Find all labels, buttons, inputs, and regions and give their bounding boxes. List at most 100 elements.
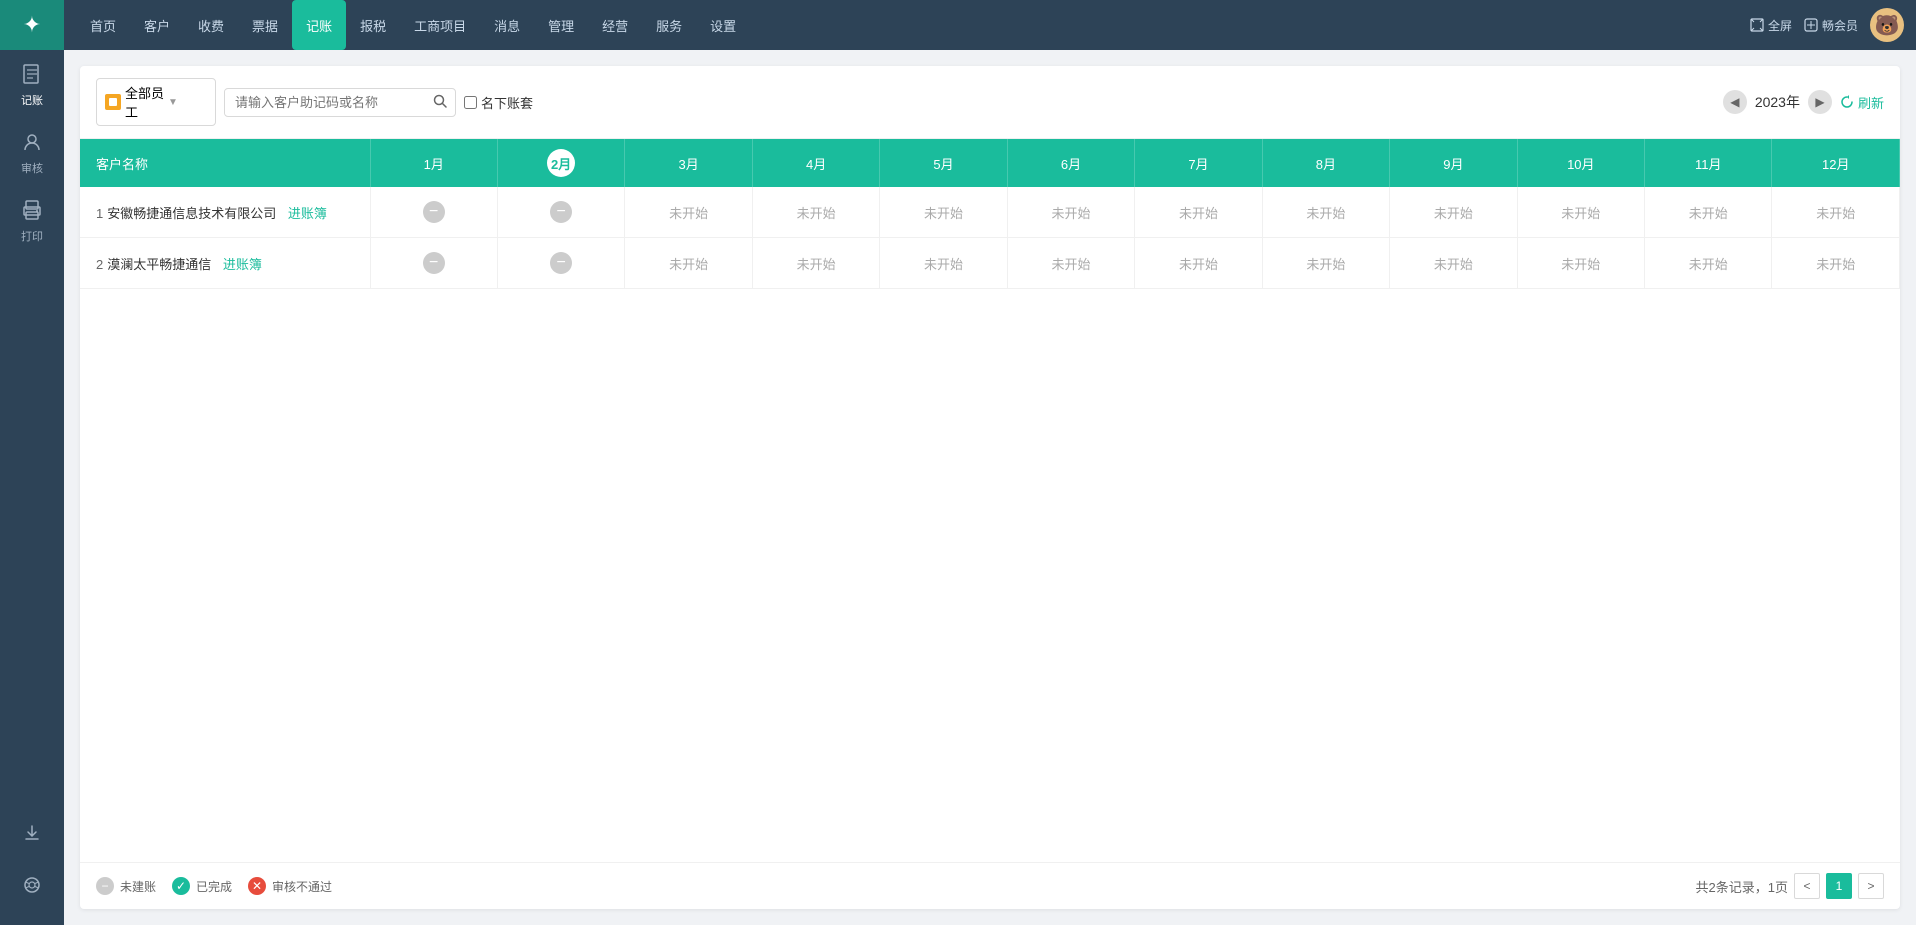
sidebar-item-print-label: 打印 <box>21 228 43 244</box>
col-dec: 12月 <box>1772 139 1900 187</box>
sidebar-item-accounting[interactable]: 记账 <box>0 50 64 118</box>
cell-apr-1: 未开始 <box>752 238 879 289</box>
status-not-started: 未开始 <box>924 257 963 272</box>
my-accounts-checkbox-label[interactable]: 名下账套 <box>464 93 533 112</box>
content-area: 全部员工 ▼ 名下账套 ◀ <box>64 50 1916 925</box>
legend-rejected: ✕ 审核不通过 <box>248 877 332 895</box>
nav-client[interactable]: 客户 <box>130 0 184 50</box>
next-page-button[interactable]: > <box>1858 873 1884 899</box>
legend-dot-not-built: − <box>96 877 114 895</box>
status-not-started: 未开始 <box>1434 206 1473 221</box>
search-button[interactable] <box>425 89 455 116</box>
pagination: 共2条记录，1页 < 1 > <box>1696 873 1884 899</box>
status-not-started: 未开始 <box>1816 206 1855 221</box>
table-row: 2漠澜太平畅捷通信 进账簿−−未开始未开始未开始未开始未开始未开始未开始未开始未… <box>80 238 1900 289</box>
row-num: 2 <box>96 257 103 272</box>
table-row: 1安徽畅捷通信息技术有限公司 进账簿−−未开始未开始未开始未开始未开始未开始未开… <box>80 187 1900 238</box>
employee-label: 全部员工 <box>125 83 164 121</box>
footer: − 未建账 ✓ 已完成 ✕ 审核不通过 共2条记录，1页 < 1 > <box>80 862 1900 909</box>
current-page-button[interactable]: 1 <box>1826 873 1852 899</box>
status-dash: − <box>550 252 572 274</box>
enter-ledger-link[interactable]: 进账簿 <box>223 257 262 272</box>
nav-invoice[interactable]: 票据 <box>238 0 292 50</box>
status-not-started: 未开始 <box>1689 257 1728 272</box>
cell-sep-1: 未开始 <box>1390 238 1517 289</box>
cell-aug-1: 未开始 <box>1262 238 1389 289</box>
sidebar-item-accounting-label: 记账 <box>21 92 43 108</box>
sidebar-item-support[interactable] <box>0 861 64 909</box>
status-not-started: 未开始 <box>669 257 708 272</box>
status-not-started: 未开始 <box>797 257 836 272</box>
sidebar-item-audit[interactable]: 审核 <box>0 118 64 186</box>
status-not-started: 未开始 <box>1179 206 1218 221</box>
accounting-icon <box>16 60 48 88</box>
nav-right: 全屏 畅会员 🐻 <box>1750 8 1904 42</box>
year-label: 2023年 <box>1755 92 1800 112</box>
prev-year-button[interactable]: ◀ <box>1723 90 1747 114</box>
cell-jan-0: − <box>370 187 497 238</box>
col-apr: 4月 <box>752 139 879 187</box>
col-nov: 11月 <box>1645 139 1772 187</box>
nav-billing[interactable]: 收费 <box>184 0 238 50</box>
status-not-started: 未开始 <box>1051 206 1090 221</box>
cell-feb-1: − <box>497 238 624 289</box>
main-card: 全部员工 ▼ 名下账套 ◀ <box>80 66 1900 909</box>
status-not-started: 未开始 <box>924 206 963 221</box>
search-input[interactable] <box>225 90 425 115</box>
legend-label-not-built: 未建账 <box>120 878 156 895</box>
cell-sep-0: 未开始 <box>1390 187 1517 238</box>
nav-operation[interactable]: 经营 <box>588 0 642 50</box>
nav-service[interactable]: 服务 <box>642 0 696 50</box>
sidebar-bottom <box>0 809 64 925</box>
sidebar-item-print[interactable]: 打印 <box>0 186 64 254</box>
top-nav: 首页 客户 收费 票据 记账 报税 工商项目 消息 管理 经营 服务 设置 全屏 <box>64 0 1916 50</box>
audit-icon <box>16 128 48 156</box>
status-not-started: 未开始 <box>1816 257 1855 272</box>
current-month-badge: 2月 <box>547 149 575 177</box>
nav-bookkeeping[interactable]: 记账 <box>292 0 346 50</box>
cell-dec-1: 未开始 <box>1772 238 1900 289</box>
nav-tax[interactable]: 报税 <box>346 0 400 50</box>
sidebar-logo: ✦ <box>0 0 64 50</box>
client-cell-1: 2漠澜太平畅捷通信 进账簿 <box>80 238 370 289</box>
status-not-started: 未开始 <box>1434 257 1473 272</box>
sidebar-item-audit-label: 审核 <box>21 160 43 176</box>
fullscreen-button[interactable]: 全屏 <box>1750 17 1792 34</box>
member-label: 畅会员 <box>1822 17 1858 34</box>
col-feb: 2月 <box>497 139 624 187</box>
next-year-button[interactable]: ▶ <box>1808 90 1832 114</box>
my-accounts-checkbox[interactable] <box>464 96 477 109</box>
bookkeeping-table: 客户名称 1月 2月 3月 4月 5月 6月 7月 8月 9月 <box>80 139 1900 289</box>
nav-message[interactable]: 消息 <box>480 0 534 50</box>
cell-mar-0: 未开始 <box>625 187 752 238</box>
cell-jul-0: 未开始 <box>1135 187 1262 238</box>
row-num: 1 <box>96 206 103 221</box>
status-not-started: 未开始 <box>1561 257 1600 272</box>
status-dash: − <box>423 201 445 223</box>
status-not-started: 未开始 <box>1306 206 1345 221</box>
legend-label-completed: 已完成 <box>196 878 232 895</box>
cell-apr-0: 未开始 <box>752 187 879 238</box>
employee-select-arrow: ▼ <box>168 97 207 108</box>
member-button[interactable]: 畅会员 <box>1804 17 1858 34</box>
avatar[interactable]: 🐻 <box>1870 8 1904 42</box>
col-aug: 8月 <box>1262 139 1389 187</box>
col-oct: 10月 <box>1517 139 1644 187</box>
total-records-label: 共2条记录，1页 <box>1696 877 1788 896</box>
status-not-started: 未开始 <box>1179 257 1218 272</box>
employee-select[interactable]: 全部员工 ▼ <box>96 78 216 126</box>
legend-not-built: − 未建账 <box>96 877 156 895</box>
cell-nov-1: 未开始 <box>1645 238 1772 289</box>
nav-home[interactable]: 首页 <box>76 0 130 50</box>
refresh-button[interactable]: 刷新 <box>1840 93 1884 112</box>
nav-manage[interactable]: 管理 <box>534 0 588 50</box>
year-nav: ◀ 2023年 ▶ <box>1723 90 1832 114</box>
legend-label-rejected: 审核不通过 <box>272 878 332 895</box>
enter-ledger-link[interactable]: 进账簿 <box>288 206 327 221</box>
nav-bizproject[interactable]: 工商项目 <box>400 0 480 50</box>
sidebar-item-download[interactable] <box>0 809 64 857</box>
nav-settings[interactable]: 设置 <box>696 0 750 50</box>
prev-page-button[interactable]: < <box>1794 873 1820 899</box>
col-jul: 7月 <box>1135 139 1262 187</box>
cell-jun-0: 未开始 <box>1007 187 1134 238</box>
